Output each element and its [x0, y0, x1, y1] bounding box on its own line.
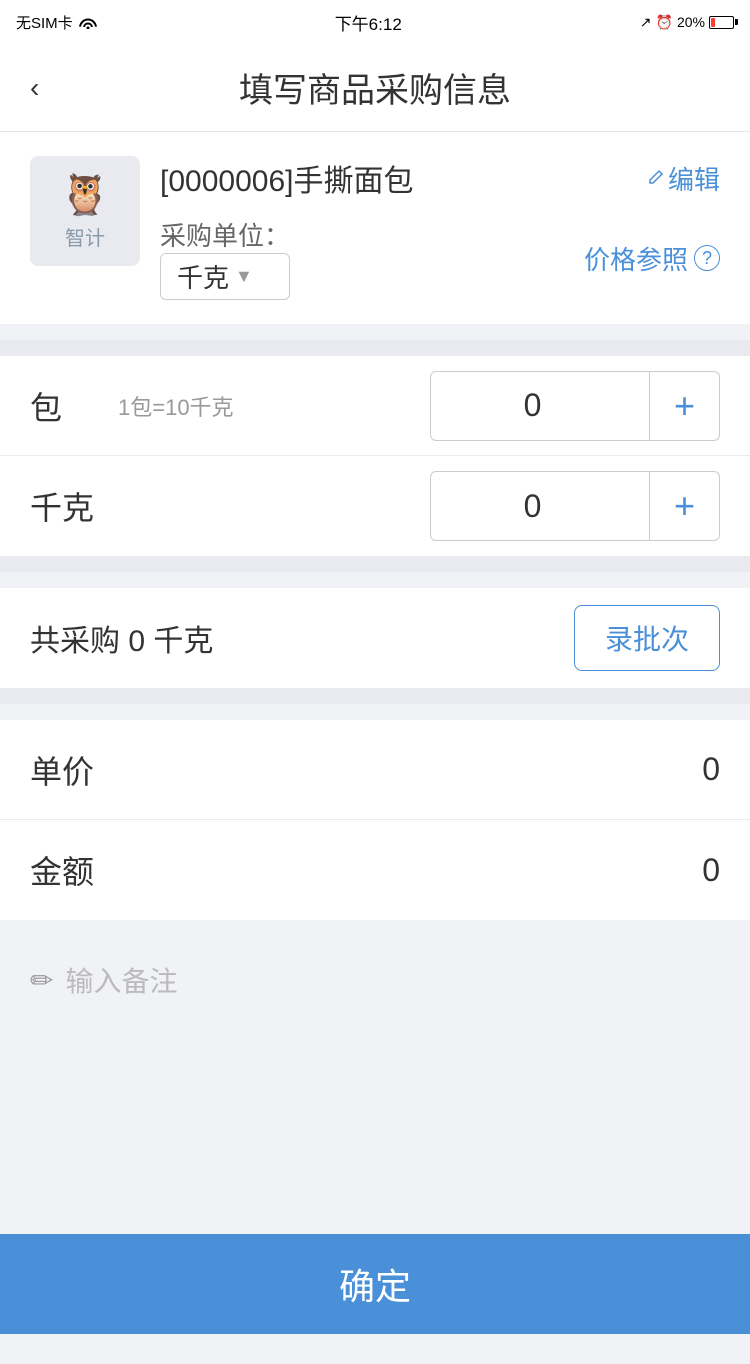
page-title: 填写商品采购信息	[239, 63, 511, 112]
status-left: 无SIM卡	[16, 12, 97, 33]
kg-input-control: +	[430, 471, 720, 541]
edit-label: 编辑	[668, 160, 720, 197]
unit-price-label: 单价	[30, 747, 94, 793]
unit-label: 采购单位：	[160, 221, 290, 251]
pack-sublabel: 1包=10千克	[118, 390, 234, 422]
amount-row: 金额 0	[0, 820, 750, 920]
unit-label-group: 采购单位： 千克 ▼	[160, 216, 290, 300]
confirm-label: 确定	[339, 1258, 411, 1310]
price-section: 单价 0 金额 0	[0, 720, 750, 920]
pack-input-control: +	[430, 371, 720, 441]
pack-label: 包	[30, 383, 110, 429]
kg-input-row: 千克 +	[0, 456, 750, 556]
confirm-button[interactable]: 确定	[0, 1234, 750, 1334]
product-name: [0000006]手撕面包	[160, 156, 413, 200]
price-ref-label: 价格参照	[584, 240, 688, 277]
divider-3	[0, 688, 750, 704]
pencil-icon: ✏	[30, 964, 53, 997]
location-icon: ↗	[640, 14, 652, 31]
dropdown-arrow-icon: ▼	[235, 266, 253, 287]
remark-section[interactable]: ✏ 输入备注	[0, 936, 750, 1024]
carrier-text: 无SIM卡	[16, 12, 73, 33]
wifi-icon	[79, 15, 97, 29]
kg-quantity-input[interactable]	[430, 471, 650, 541]
product-thumb-icon: 🦉	[60, 171, 110, 218]
nav-bar: ‹ 填写商品采购信息	[0, 44, 750, 132]
batch-record-button[interactable]: 录批次	[574, 605, 720, 671]
input-section: 包 1包=10千克 + 千克 +	[0, 356, 750, 556]
summary-row: 共采购 0 千克 录批次	[0, 588, 750, 688]
amount-value: 0	[702, 852, 720, 889]
pack-input-row: 包 1包=10千克 +	[0, 356, 750, 456]
price-ref-icon: ?	[694, 245, 720, 271]
status-right: ↗ ⏰ 20%	[640, 14, 734, 31]
status-bar: 无SIM卡 下午6:12 ↗ ⏰ 20%	[0, 0, 750, 44]
price-ref-button[interactable]: 价格参照 ?	[584, 240, 720, 277]
pack-quantity-input[interactable]	[430, 371, 650, 441]
product-thumbnail: 🦉 智计	[30, 156, 140, 266]
battery-percent: 20%	[677, 14, 705, 30]
edit-button[interactable]: 编辑	[646, 160, 720, 197]
battery-indicator	[709, 16, 734, 29]
divider-1	[0, 340, 750, 356]
summary-section: 共采购 0 千克 录批次	[0, 588, 750, 688]
summary-text: 共采购 0 千克	[30, 616, 213, 660]
unit-row: 采购单位： 千克 ▼ 价格参照 ?	[160, 216, 720, 300]
kg-plus-button[interactable]: +	[650, 471, 720, 541]
unit-value: 千克	[177, 258, 229, 295]
alarm-icon: ⏰	[656, 14, 673, 31]
unit-select[interactable]: 千克 ▼	[160, 253, 290, 300]
edit-icon	[646, 169, 664, 187]
product-name-row: [0000006]手撕面包 编辑	[160, 156, 720, 200]
unit-price-row: 单价 0	[0, 720, 750, 820]
status-time: 下午6:12	[335, 10, 402, 35]
divider-2	[0, 556, 750, 572]
remark-placeholder: 输入备注	[65, 960, 177, 1000]
product-info: [0000006]手撕面包 编辑 采购单位： 千克 ▼ 价格参照 ?	[160, 156, 720, 300]
back-button[interactable]: ‹	[30, 72, 39, 104]
product-thumb-label: 智计	[65, 222, 105, 251]
amount-label: 金额	[30, 847, 94, 893]
kg-label: 千克	[30, 483, 110, 529]
product-card: 🦉 智计 [0000006]手撕面包 编辑 采购单位： 千克 ▼ 价格参照	[0, 132, 750, 324]
pack-plus-button[interactable]: +	[650, 371, 720, 441]
unit-price-value: 0	[702, 751, 720, 788]
